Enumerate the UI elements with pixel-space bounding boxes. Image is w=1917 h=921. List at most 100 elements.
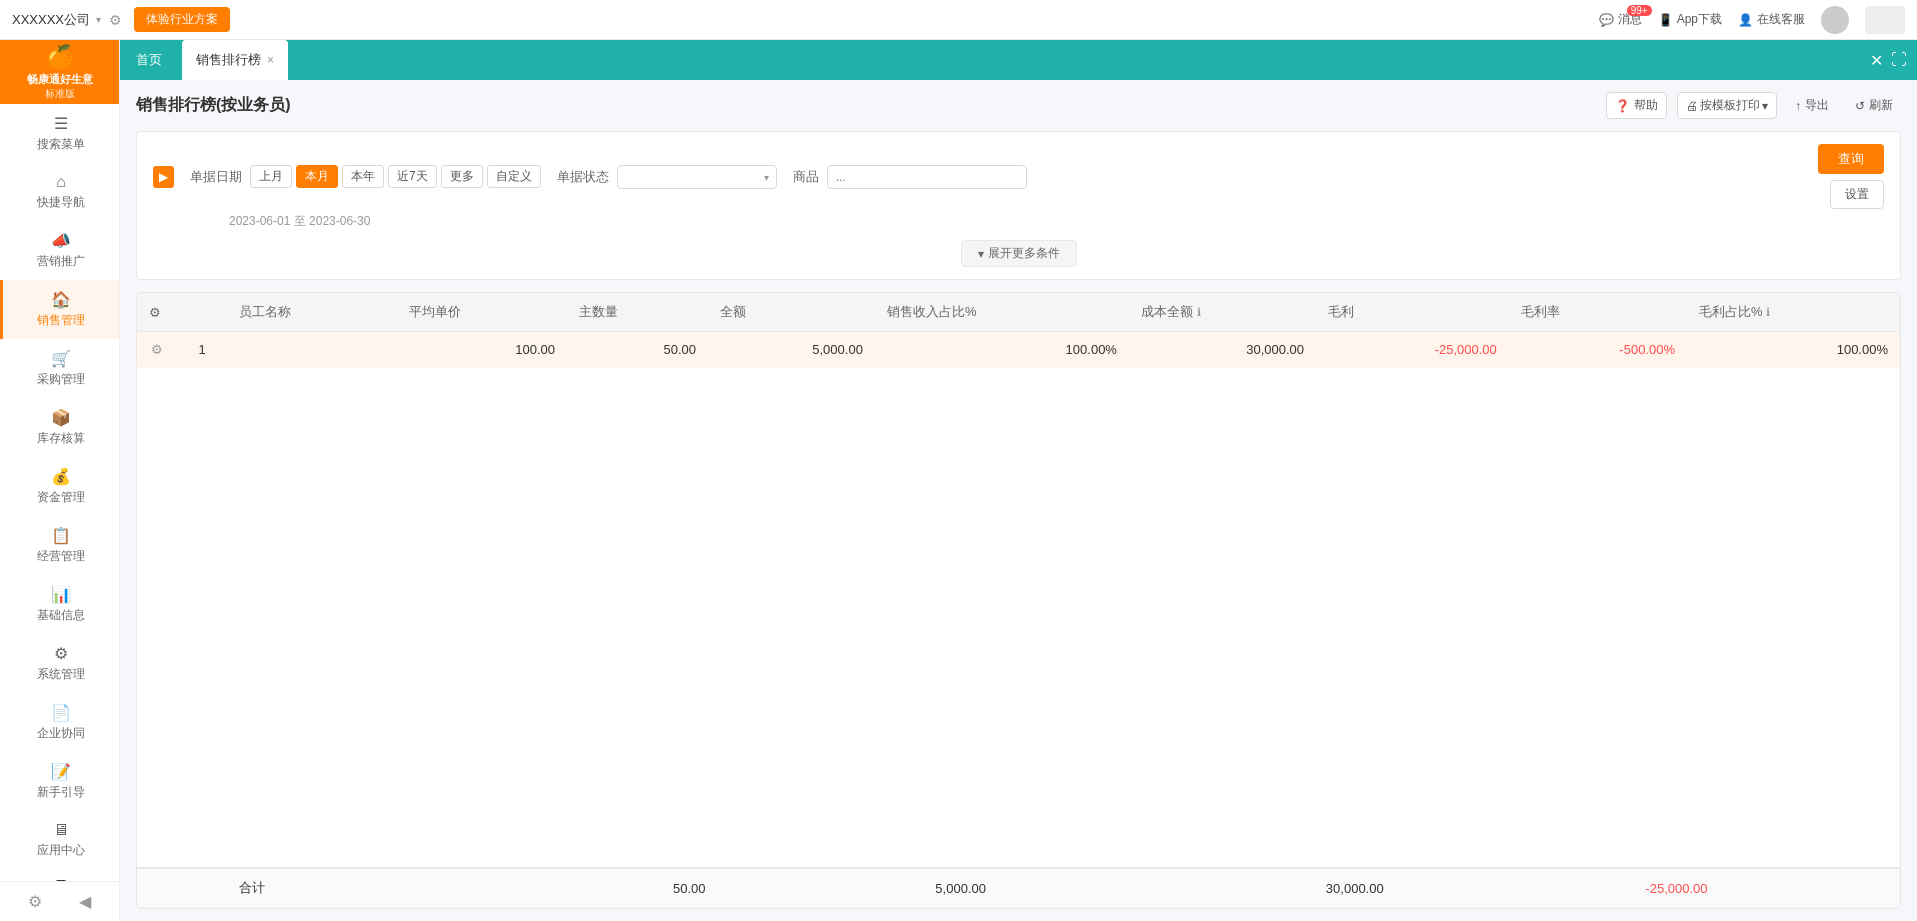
sidebar-icon-operation: 📋	[51, 526, 71, 545]
service-icon: 👤	[1738, 13, 1753, 27]
sidebar-label-operation: 经营管理	[37, 548, 85, 565]
sidebar-item-operation[interactable]: 📋 经营管理	[0, 516, 119, 575]
this-month-btn[interactable]: 本月	[296, 165, 338, 188]
logo-area: 🍊 畅康通好生意 标准版	[0, 40, 119, 104]
row-settings[interactable]: ⚙	[137, 332, 177, 368]
footer-cost-amount: 30,000.00	[1088, 869, 1396, 908]
sidebar-item-guide[interactable]: 📝新手引导	[0, 752, 119, 811]
sidebar-item-search[interactable]: ☰搜索菜单	[0, 104, 119, 163]
date-range-text: 2023-06-01 至 2023-06-30	[229, 214, 370, 228]
sidebar-icon-basic: 📊	[51, 585, 71, 604]
print-button[interactable]: 🖨 按模板打印 ▾	[1677, 92, 1777, 119]
sidebar-label-marketing: 营销推广	[37, 253, 85, 270]
row-avg-price: 100.00	[397, 332, 567, 368]
sidebar-item-nav[interactable]: ⌂快捷导航	[0, 163, 119, 221]
sidebar-label-system: 系统管理	[37, 666, 85, 683]
tab-active-page[interactable]: 销售排行榜 ×	[182, 40, 288, 80]
export-button[interactable]: ↑ 导出	[1787, 93, 1837, 118]
col-sales-ratio: 销售收入占比%	[875, 293, 1129, 332]
tab-close-window-icon[interactable]: ✕	[1870, 51, 1883, 70]
page-content: 销售排行榜(按业务员) ❓ 帮助 🖨 按模板打印 ▾ ↑ 导出	[120, 80, 1917, 921]
goods-filter-label: 商品	[793, 168, 819, 186]
sidebar-label-finance: 资金管理	[37, 489, 85, 506]
footer-gross: -25,000.00	[1396, 869, 1720, 908]
sidebar-nav: ☰搜索菜单⌂快捷导航 📣 营销推广 🏠销售管理🛒采购管理📦库存核算💰资金管理 📋 经营管理…	[0, 104, 119, 881]
tab-page-label: 销售排行榜	[196, 51, 261, 69]
status-select[interactable]	[617, 165, 777, 189]
custom-date-btn[interactable]: 自定义	[487, 165, 541, 188]
sidebar-icon-marketing: 📣	[51, 231, 71, 250]
filter-area: ▶ 单据日期 上月 本月 本年 近7天 更多 自定义	[136, 131, 1901, 280]
tab-bar: 首页 销售排行榜 × ✕ ⛶	[120, 40, 1917, 80]
col-gross-rate: 毛利率	[1509, 293, 1687, 332]
cost-info-icon[interactable]: ℹ	[1197, 306, 1201, 318]
refresh-button[interactable]: ↺ 刷新	[1847, 93, 1901, 118]
top-header: XXXXXX公司 ▾ ⚙ 体验行业方案 💬 消息 99+ 📱 App下载 👤 在…	[0, 0, 1917, 40]
table-container: ⚙ 员工名称 平均单价 主数量 全额 销售收入占比% 成本全额 ℹ 毛	[136, 292, 1901, 909]
col-rank	[177, 293, 227, 332]
last7days-btn[interactable]: 近7天	[388, 165, 437, 188]
refresh-icon: ↺	[1855, 99, 1865, 113]
sidebar-icon-collab: 📄	[51, 703, 71, 722]
message-btn[interactable]: 💬 消息 99+	[1599, 11, 1642, 28]
app-download-btn[interactable]: 📱 App下载	[1658, 11, 1722, 28]
page-title: 销售排行榜(按业务员)	[136, 95, 291, 116]
date-filter-label: 单据日期	[190, 168, 242, 186]
sidebar-collapse-icon[interactable]: ◀	[79, 892, 91, 911]
last-month-btn[interactable]: 上月	[250, 165, 292, 188]
help-button[interactable]: ❓ 帮助	[1606, 92, 1667, 119]
tab-home[interactable]: 首页	[120, 40, 178, 80]
sidebar-item-purchase[interactable]: 🛒采购管理	[0, 339, 119, 398]
tab-bar-right: ✕ ⛶	[1870, 51, 1917, 70]
sidebar-item-apps[interactable]: 🖥应用中心	[0, 811, 119, 869]
table-body: ⚙ 1 100.00 50.00 5,000.00 100.00% 30,000…	[137, 332, 1900, 368]
sidebar-item-system[interactable]: ⚙系统管理	[0, 634, 119, 693]
company-selector[interactable]: XXXXXX公司 ▾	[12, 11, 101, 29]
sidebar-item-inventory[interactable]: 📦库存核算	[0, 398, 119, 457]
footer-table: 合计 50.00 5,000.00 30,000.00 -25,000.00	[137, 869, 1900, 908]
online-service-btn[interactable]: 👤 在线客服	[1738, 11, 1805, 28]
export-icon: ↑	[1795, 99, 1801, 113]
tab-close-icon[interactable]: ×	[267, 53, 274, 67]
footer-settings-cell	[137, 869, 177, 908]
row-main-qty: 50.00	[567, 332, 708, 368]
sidebar-item-finance[interactable]: 💰资金管理	[0, 457, 119, 516]
company-settings-icon[interactable]: ⚙	[109, 12, 122, 28]
query-button[interactable]: 查询	[1818, 144, 1884, 174]
footer-label: 合计	[227, 869, 415, 908]
filter-toggle-icon[interactable]: ▶	[153, 166, 174, 188]
main-container: 🍊 畅康通好生意 标准版 ☰搜索菜单⌂快捷导航 📣 营销推广 🏠销售管理🛒采购管理📦库…	[0, 40, 1917, 921]
sidebar-settings-icon[interactable]: ⚙	[28, 892, 42, 911]
this-year-btn[interactable]: 本年	[342, 165, 384, 188]
sidebar-item-basic[interactable]: 📊基础信息	[0, 575, 119, 634]
logo-text: 畅康通好生意	[27, 72, 93, 87]
sidebar-icon-purchase: 🛒	[51, 349, 71, 368]
gross-ratio-info-icon[interactable]: ℹ	[1766, 306, 1770, 318]
filter-right-btns: 查询 设置	[1818, 144, 1884, 209]
row-amount: 5,000.00	[708, 332, 875, 368]
goods-input[interactable]	[827, 165, 1027, 189]
date-filter: 单据日期 上月 本月 本年 近7天 更多 自定义	[190, 165, 541, 188]
sidebar-icon-apps: 🖥	[53, 821, 69, 839]
expand-more-btn[interactable]: ▾ 展开更多条件	[961, 240, 1077, 267]
avatar[interactable]	[1821, 6, 1849, 34]
sidebar-icon-sales: 🏠	[51, 290, 71, 309]
filter-row-main: ▶ 单据日期 上月 本月 本年 近7天 更多 自定义	[153, 144, 1884, 209]
sidebar-item-collab[interactable]: 📄 企业协同	[0, 693, 119, 752]
trial-button[interactable]: 体验行业方案	[134, 7, 230, 32]
more-date-btn[interactable]: 更多	[441, 165, 483, 188]
setting-button[interactable]: 设置	[1830, 180, 1884, 209]
table-row: ⚙ 1 100.00 50.00 5,000.00 100.00% 30,000…	[137, 332, 1900, 368]
tab-expand-icon[interactable]: ⛶	[1891, 51, 1907, 69]
sidebar-item-sales[interactable]: 🏠销售管理	[0, 280, 119, 339]
sidebar-bottom: ⚙ ◀	[0, 881, 119, 921]
sidebar-label-collab: 企业协同	[37, 725, 85, 742]
sidebar-item-wechat[interactable]: 💬企业微信	[0, 869, 119, 881]
message-icon: 💬	[1599, 13, 1614, 27]
col-settings[interactable]: ⚙	[137, 293, 177, 332]
sidebar-item-marketing[interactable]: 📣 营销推广	[0, 221, 119, 280]
filter-expand-arrow[interactable]: ▶	[153, 166, 174, 188]
row-name	[227, 332, 397, 368]
company-chevron-icon: ▾	[96, 14, 101, 25]
logo-sub: 标准版	[45, 87, 75, 101]
